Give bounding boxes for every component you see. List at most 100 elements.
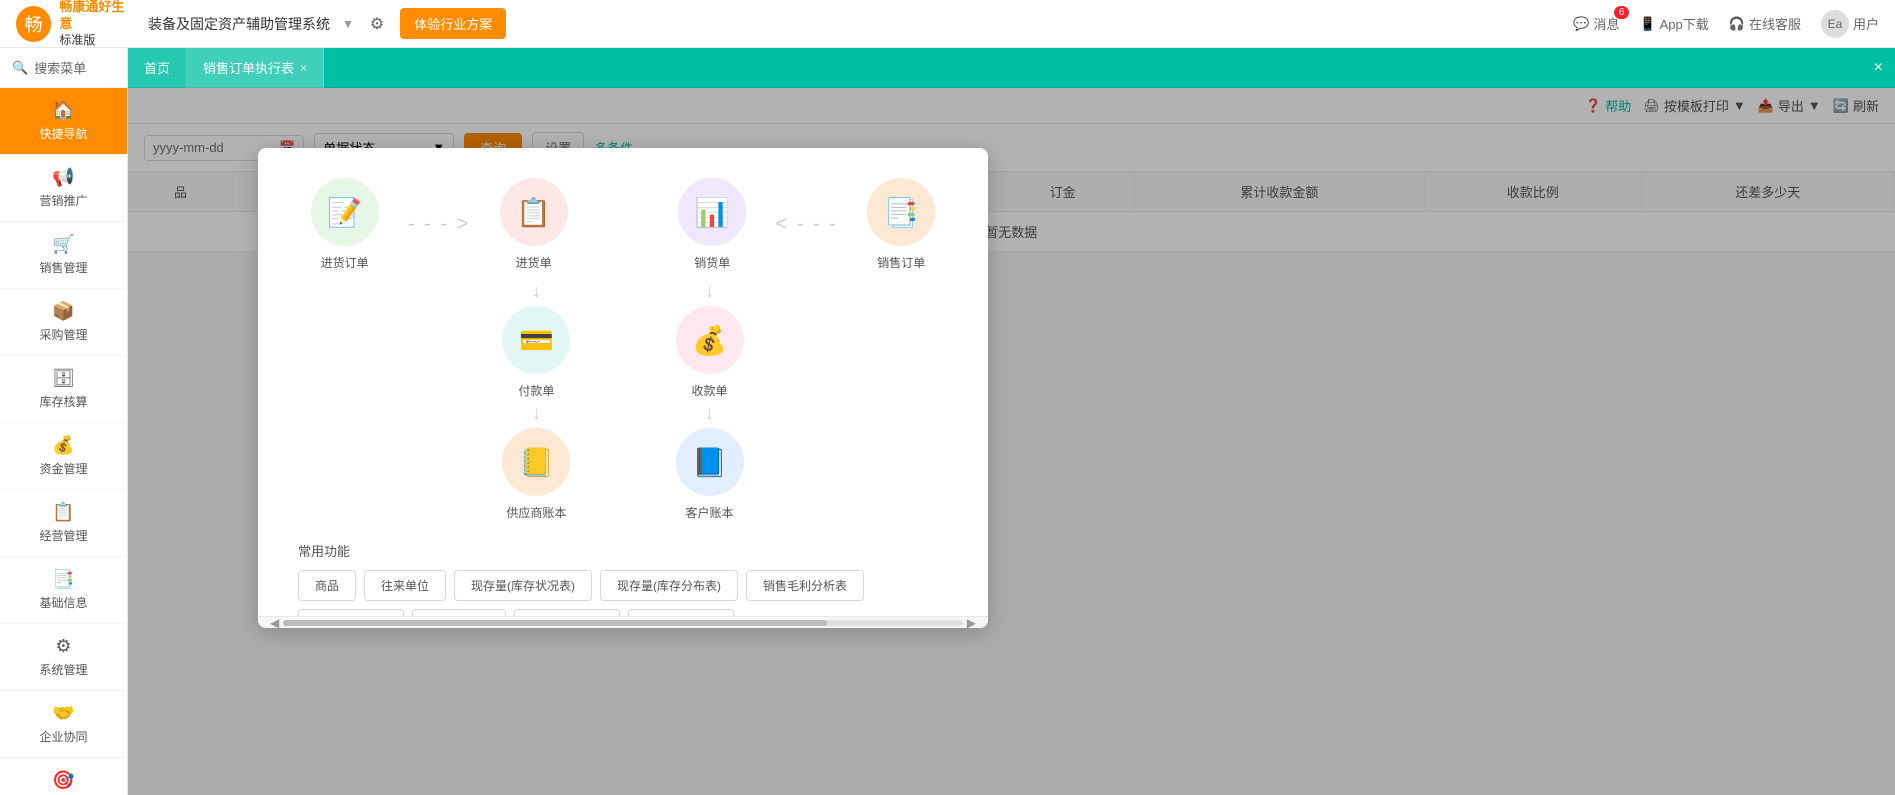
kehu-zhangben-icon: 📘 — [676, 428, 744, 496]
tab-home[interactable]: 首页 — [128, 48, 187, 88]
sidebar-item-sales[interactable]: 🛒 销售管理 — [0, 222, 127, 289]
online-service-label: 在线客服 — [1749, 14, 1801, 33]
finance-icon: 💰 — [52, 435, 74, 456]
sidebar-label-operations: 经营管理 — [39, 527, 87, 544]
xiaohuo-dan-label: 销货单 — [694, 254, 730, 271]
sidebar-item-enterprise[interactable]: 🤝 企业协同 — [0, 691, 127, 758]
func-btn-partner[interactable]: 往来单位 — [364, 570, 446, 601]
flow-item-jinhuo-dan[interactable]: 📋 进货单 — [500, 178, 568, 271]
dropdown-arrow-icon[interactable]: ▼ — [342, 17, 354, 31]
settings-icon[interactable]: ⚙ — [366, 10, 388, 38]
func-btn-goods[interactable]: 商品 — [298, 570, 356, 601]
close-all-tabs-button[interactable]: × — [1862, 48, 1895, 88]
purchase-icon: 📦 — [52, 301, 74, 322]
sidebar-label-quick-nav: 快捷导航 — [39, 125, 87, 142]
tab-bar: 首页 销售订单执行表 × × — [128, 48, 1895, 88]
message-action[interactable]: 💬 消息 6 — [1573, 14, 1619, 33]
logo-text: 畅康通好生意 标准版 — [59, 0, 136, 48]
sales-icon: 🛒 — [52, 234, 74, 255]
sidebar-item-finance[interactable]: 💰 资金管理 — [0, 423, 127, 490]
header-left: 畅 畅康通好生意 标准版 装备及固定资产辅助管理系统 ▼ ⚙ 体验行业方案 — [16, 0, 506, 48]
flow-item-shoukuan-dan[interactable]: 💰 收款单 — [676, 306, 744, 399]
logo-main-text: 畅康通好生意 — [59, 0, 136, 33]
func-btn-sales-margin[interactable]: 销售毛利分析表 — [746, 570, 864, 601]
jinhuo-dan-label: 进货单 — [516, 254, 552, 271]
flow-item-xiaohuo-dan[interactable]: 📊 销货单 — [678, 178, 746, 271]
modal-scrollbar[interactable]: ◀ ▶ — [258, 616, 988, 628]
message-icon: 💬 — [1573, 16, 1589, 32]
flow-item-kehu-zhangben[interactable]: 📘 客户账本 — [676, 428, 744, 521]
arrow-xhdd-to-xhd: < - - - — [776, 213, 838, 236]
xiaohuo-order-icon: 📑 — [867, 178, 935, 246]
content-area: 首页 销售订单执行表 × × ❓ 帮助 🖨 — [128, 48, 1895, 795]
sidebar-label-sales: 销售管理 — [39, 259, 87, 276]
flow-item-gongying-zhangben[interactable]: 📒 供应商账本 — [502, 428, 570, 521]
scrollbar-thumb — [283, 620, 827, 626]
flow-arrows-row2: ↓ ↓ — [298, 403, 948, 424]
sidebar-item-marketing[interactable]: 📢 营销推广 — [0, 155, 127, 222]
flow-row-3: 📒 供应商账本 📘 客户账本 — [298, 428, 948, 521]
sales-order-exec-tab-label: 销售订单执行表 — [203, 58, 294, 77]
sidebar-label-enterprise: 企业协同 — [39, 728, 87, 745]
arrow-jinhuo-to-jinhuo-dan: - - - > — [408, 213, 470, 236]
jinhuo-order-icon: 📝 — [311, 178, 379, 246]
scroll-right-icon[interactable]: ▶ — [963, 616, 980, 629]
scrollbar-track — [283, 620, 963, 626]
user-action[interactable]: Ea 用户 — [1821, 10, 1879, 38]
enterprise-icon: 🤝 — [52, 703, 74, 724]
common-functions-section: 常用功能 商品 往来单位 现存量(库存状况表) 现存量(库存分布表) 销售毛利分… — [298, 541, 948, 628]
search-icon: 🔍 — [12, 60, 28, 76]
jinhuo-dan-icon: 📋 — [500, 178, 568, 246]
user-label: 用户 — [1853, 14, 1879, 33]
download-icon: 📱 — [1639, 16, 1655, 32]
sidebar-item-purchase[interactable]: 📦 采购管理 — [0, 289, 127, 356]
modal-overlay[interactable]: 📝 进货订单 - - - > 📋 进货单 — [128, 88, 1895, 795]
page-content: ❓ 帮助 🖨 按模板打印 ▼ 📤 导出 ▼ 🔄 — [128, 88, 1895, 795]
xiaohuo-dan-icon: 📊 — [678, 178, 746, 246]
sidebar-item-basic[interactable]: 📑 基础信息 — [0, 557, 127, 624]
sidebar-label-purchase: 采购管理 — [39, 326, 87, 343]
operations-icon: 📋 — [52, 502, 74, 523]
sidebar-item-inventory[interactable]: 🗄 库存核算 — [0, 356, 127, 423]
top-header: 畅 畅康通好生意 标准版 装备及固定资产辅助管理系统 ▼ ⚙ 体验行业方案 💬 … — [0, 0, 1895, 48]
gongying-zhangben-icon: 📒 — [502, 428, 570, 496]
trial-button[interactable]: 体验行业方案 — [400, 8, 506, 39]
app-download-label: App下载 — [1660, 14, 1709, 33]
online-service-action[interactable]: 🎧 在线客服 — [1729, 14, 1801, 33]
sidebar-label-inventory: 库存核算 — [39, 393, 87, 410]
flow-row-1: 📝 进货订单 - - - > 📋 进货单 — [298, 178, 948, 271]
message-badge: 6 — [1614, 6, 1630, 19]
arrow-down-jinhuo: ↓ — [502, 281, 570, 302]
flow-item-xiaohuo-order[interactable]: 📑 销售订单 — [867, 178, 935, 271]
basic-icon: 📑 — [52, 569, 74, 590]
tab-sales-order-exec[interactable]: 销售订单执行表 × — [187, 48, 324, 88]
sidebar-item-operations[interactable]: 📋 经营管理 — [0, 490, 127, 557]
marketing-icon: 📢 — [52, 167, 74, 188]
inventory-icon: 🗄 — [52, 368, 75, 389]
func-btn-stock-status[interactable]: 现存量(库存状况表) — [454, 570, 592, 601]
sidebar-item-quick-nav[interactable]: 🏠 快捷导航 — [0, 88, 127, 155]
common-functions-title: 常用功能 — [298, 541, 948, 560]
fukuan-dan-icon: 💳 — [502, 306, 570, 374]
flow-item-fukuan-dan[interactable]: 💳 付款单 — [502, 306, 570, 399]
avatar: Ea — [1821, 10, 1849, 38]
system-title: 装备及固定资产辅助管理系统 — [148, 14, 330, 34]
flow-row-2: 💳 付款单 💰 收款单 — [298, 306, 948, 399]
tab-close-icon[interactable]: × — [300, 61, 307, 75]
sidebar-label-system: 系统管理 — [39, 661, 87, 678]
flow-item-jinhuo-order[interactable]: 📝 进货订单 — [311, 178, 379, 271]
scroll-left-icon[interactable]: ◀ — [266, 616, 283, 629]
arrow-down-fukuan: ↓ — [502, 403, 570, 424]
sidebar: 🔍 搜索菜单 🏠 快捷导航 📢 营销推广 🛒 销售管理 📦 采购管理 🗄 — [0, 48, 128, 795]
app-download-action[interactable]: 📱 App下载 — [1639, 14, 1708, 33]
logo-sub-text: 标准版 — [59, 33, 136, 49]
sidebar-item-system[interactable]: ⚙ 系统管理 — [0, 624, 127, 691]
sidebar-label-basic: 基础信息 — [39, 594, 87, 611]
avatar-text: Ea — [1828, 17, 1843, 31]
header-right: 💬 消息 6 📱 App下载 🎧 在线客服 Ea 用户 — [1573, 10, 1879, 38]
sidebar-search[interactable]: 🔍 搜索菜单 — [0, 48, 127, 88]
sidebar-item-newbie[interactable]: 🎯 新手引导 — [0, 758, 127, 795]
sidebar-label-finance: 资金管理 — [39, 460, 87, 477]
func-btn-stock-dist[interactable]: 现存量(库存分布表) — [600, 570, 738, 601]
sidebar-label-marketing: 营销推广 — [39, 192, 87, 209]
